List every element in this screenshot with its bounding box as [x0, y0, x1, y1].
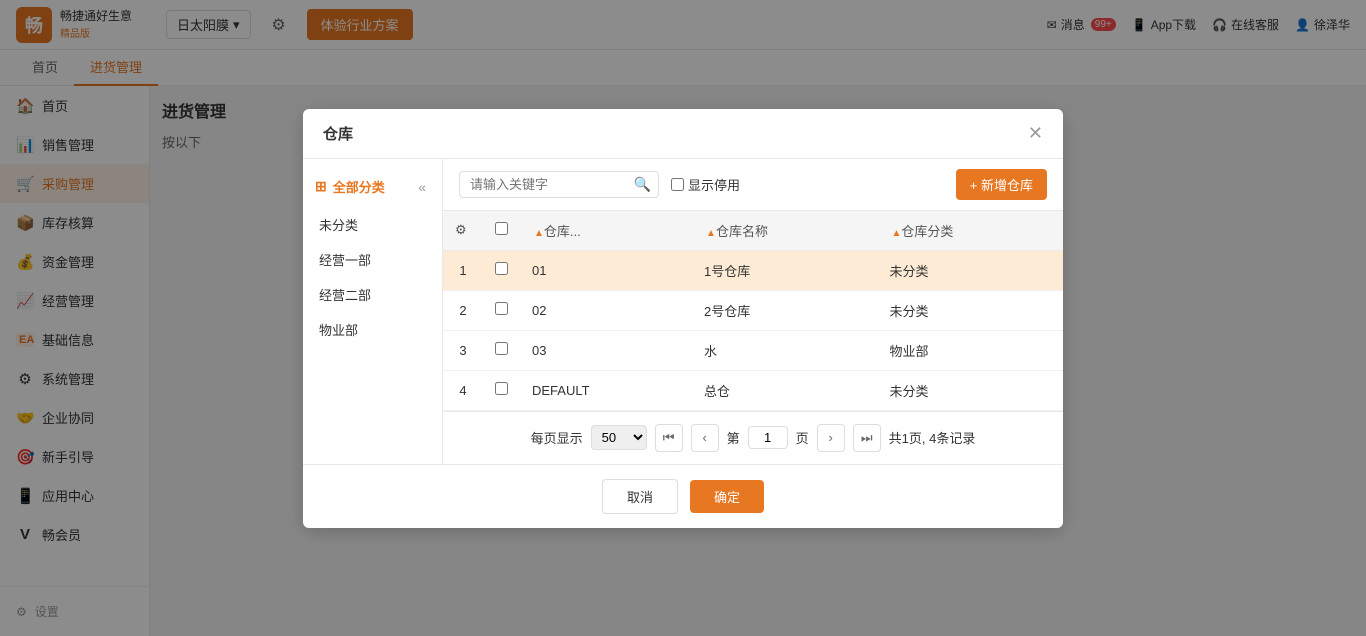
table-row[interactable]: 4 DEFAULT 总仓 未分类: [443, 370, 1063, 410]
row-code-4: DEFAULT: [520, 370, 692, 410]
table-body: 1 01 1号仓库 未分类 2: [443, 250, 1063, 410]
row-num-1: 1: [443, 250, 483, 290]
row-check-3[interactable]: [483, 330, 520, 370]
modal-close-button[interactable]: ✕: [1028, 124, 1043, 142]
row-cat-2: 未分类: [878, 290, 1063, 330]
table-row[interactable]: 1 01 1号仓库 未分类: [443, 250, 1063, 290]
row-code-2: 02: [520, 290, 692, 330]
modal-footer: 取消 确定: [303, 464, 1063, 528]
row-check-1[interactable]: [483, 250, 520, 290]
grid-icon: ⊞: [315, 178, 327, 195]
modal-content: 🔍 显示停用 + 新增仓库 ⚙: [443, 159, 1063, 464]
modal-sidebar-item-uncategorized[interactable]: 未分类: [303, 207, 442, 242]
th-warehouse-code: ▲仓库...: [520, 211, 692, 251]
row-checkbox-2[interactable]: [495, 302, 508, 315]
row-name-2: 2号仓库: [692, 290, 877, 330]
row-check-4[interactable]: [483, 370, 520, 410]
row-num-4: 4: [443, 370, 483, 410]
cancel-button[interactable]: 取消: [602, 479, 678, 514]
per-page-label: 每页显示: [531, 428, 583, 447]
row-checkbox-4[interactable]: [495, 382, 508, 395]
modal-body: ⊞ 全部分类 « 未分类 经营一部 经营二部 物业部 🔍: [303, 159, 1063, 464]
modal-header: 仓库 ✕: [303, 109, 1063, 159]
row-code-3: 03: [520, 330, 692, 370]
row-num-3: 3: [443, 330, 483, 370]
next-page-button[interactable]: ›: [817, 424, 845, 452]
row-code-1: 01: [520, 250, 692, 290]
th-settings: ⚙: [443, 211, 483, 251]
warehouse-table: ⚙ ▲仓库... ▲仓库名称: [443, 211, 1063, 411]
sort-icon-code: ▲: [534, 228, 544, 239]
modal-sidebar-item-property[interactable]: 物业部: [303, 312, 442, 347]
page-number-input[interactable]: [748, 426, 788, 449]
sort-icon-name: ▲: [706, 228, 716, 239]
prev-page-button[interactable]: ‹: [691, 424, 719, 452]
modal-toolbar: 🔍 显示停用 + 新增仓库: [443, 159, 1063, 211]
row-num-2: 2: [443, 290, 483, 330]
row-cat-1: 未分类: [878, 250, 1063, 290]
first-page-button[interactable]: ⏮: [655, 424, 683, 452]
table-row[interactable]: 2 02 2号仓库 未分类: [443, 290, 1063, 330]
row-check-2[interactable]: [483, 290, 520, 330]
show-disabled-checkbox[interactable]: [671, 178, 684, 191]
search-wrap: 🔍: [459, 171, 659, 198]
row-cat-4: 未分类: [878, 370, 1063, 410]
modal-sidebar-item-op2[interactable]: 经营二部: [303, 277, 442, 312]
all-category-label: 全部分类: [333, 177, 385, 196]
show-disabled-text: 显示停用: [688, 175, 740, 194]
row-checkbox-3[interactable]: [495, 342, 508, 355]
page-label: 第: [727, 428, 740, 447]
show-disabled-label[interactable]: 显示停用: [671, 175, 740, 194]
warehouse-modal: 仓库 ✕ ⊞ 全部分类 « 未分类 经营一部 经营二部 物业部: [303, 109, 1063, 528]
select-all-checkbox[interactable]: [495, 222, 508, 235]
confirm-button[interactable]: 确定: [690, 480, 764, 513]
row-name-1: 1号仓库: [692, 250, 877, 290]
last-page-button[interactable]: ⏭: [853, 424, 881, 452]
modal-overlay: 仓库 ✕ ⊞ 全部分类 « 未分类 经营一部 经营二部 物业部: [0, 0, 1366, 636]
modal-table-wrap: ⚙ ▲仓库... ▲仓库名称: [443, 211, 1063, 411]
modal-sidebar-item-op1[interactable]: 经营一部: [303, 242, 442, 277]
add-warehouse-button[interactable]: + 新增仓库: [956, 169, 1047, 200]
modal-sidebar: ⊞ 全部分类 « 未分类 经营一部 经营二部 物业部: [303, 159, 443, 464]
th-warehouse-name: ▲仓库名称: [692, 211, 877, 251]
th-warehouse-category: ▲仓库分类: [878, 211, 1063, 251]
warehouse-search-input[interactable]: [459, 171, 659, 198]
row-checkbox-1[interactable]: [495, 262, 508, 275]
modal-sidebar-all[interactable]: ⊞ 全部分类 «: [303, 167, 442, 207]
row-cat-3: 物业部: [878, 330, 1063, 370]
th-checkbox: [483, 211, 520, 251]
table-row[interactable]: 3 03 水 物业部: [443, 330, 1063, 370]
row-name-4: 总仓: [692, 370, 877, 410]
table-header: ⚙ ▲仓库... ▲仓库名称: [443, 211, 1063, 251]
collapse-sidebar-button[interactable]: «: [414, 175, 430, 199]
sort-icon-cat: ▲: [892, 228, 902, 239]
per-page-select[interactable]: 50 100: [591, 425, 647, 450]
page-summary: 共1页, 4条记录: [889, 428, 976, 447]
row-name-3: 水: [692, 330, 877, 370]
search-button[interactable]: 🔍: [634, 176, 651, 193]
page-unit: 页: [796, 428, 809, 447]
modal-title: 仓库: [323, 123, 353, 144]
pagination: 每页显示 50 100 ⏮ ‹ 第 页 › ⏭ 共1页, 4条记录: [443, 411, 1063, 464]
